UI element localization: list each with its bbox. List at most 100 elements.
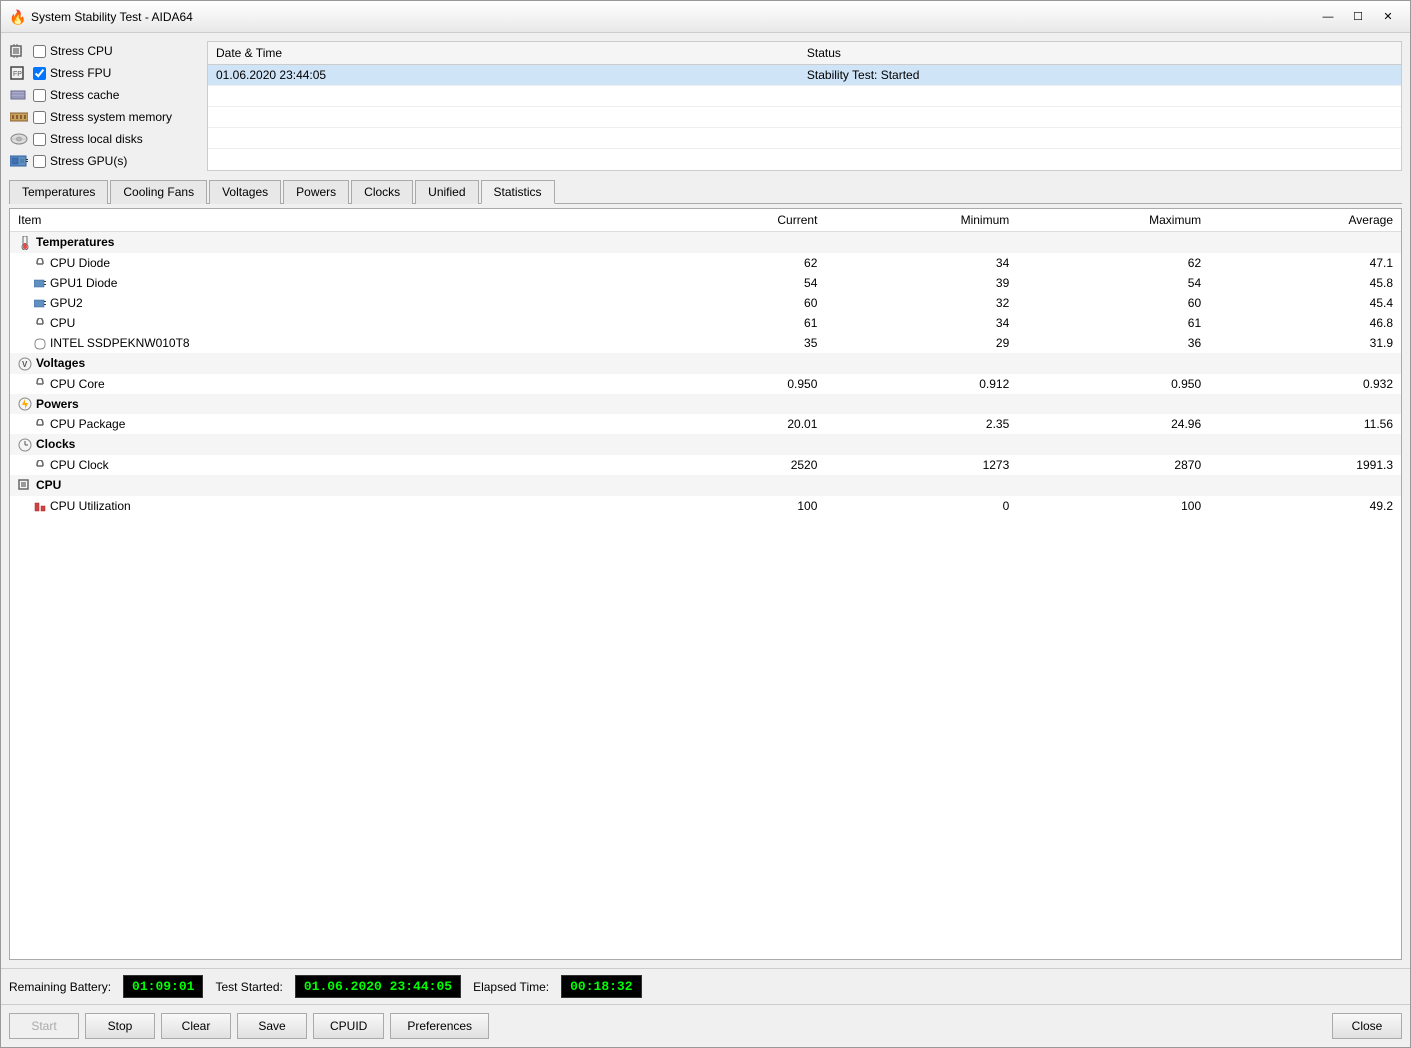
stats-maximum: 61 [1017, 313, 1209, 333]
stats-item-label: CPU Core [10, 374, 634, 394]
stats-item-label: GPU2 [10, 293, 634, 313]
stats-group-row: Powers [10, 394, 1401, 415]
app-icon: 🔥 [9, 9, 25, 25]
log-status-cell: Stability Test: Started [799, 65, 1401, 86]
header-item: Item [10, 209, 634, 232]
stats-item-label: CPU Utilization [10, 496, 634, 516]
stats-data-row: GPU260326045.4 [10, 293, 1401, 313]
start-button[interactable]: Start [9, 1013, 79, 1039]
stress-disks-item: Stress local disks [9, 129, 199, 149]
stats-maximum: 54 [1017, 273, 1209, 293]
maximize-button[interactable]: ☐ [1344, 6, 1372, 28]
stats-data-row: INTEL SSDPEKNW010T835293631.9 [10, 333, 1401, 353]
tab-cooling-fans[interactable]: Cooling Fans [110, 180, 207, 204]
stop-button[interactable]: Stop [85, 1013, 155, 1039]
stress-fpu-checkbox[interactable] [33, 67, 46, 80]
remaining-battery-label: Remaining Battery: [9, 980, 111, 994]
tab-statistics[interactable]: Statistics [481, 180, 555, 204]
clear-button[interactable]: Clear [161, 1013, 231, 1039]
stats-group-row: Clocks [10, 434, 1401, 455]
stats-average: 0.932 [1209, 374, 1401, 394]
stats-average: 46.8 [1209, 313, 1401, 333]
stress-memory-item: Stress system memory [9, 107, 199, 127]
main-content: Stress CPU FP Stress FPU [1, 33, 1410, 968]
stats-minimum: 32 [825, 293, 1017, 313]
log-datetime-header: Date & Time [208, 42, 799, 65]
stress-cpu-label: Stress CPU [50, 44, 113, 58]
stats-maximum: 100 [1017, 496, 1209, 516]
stats-current: 20.01 [634, 414, 826, 434]
group-label: CPU [10, 475, 1401, 496]
stress-fpu-label: Stress FPU [50, 66, 111, 80]
stress-gpu-item: Stress GPU(s) [9, 151, 199, 171]
stats-maximum: 36 [1017, 333, 1209, 353]
remaining-battery-value: 01:09:01 [123, 975, 203, 998]
cpuid-button[interactable]: CPUID [313, 1013, 384, 1039]
tabs-section: Temperatures Cooling Fans Voltages Power… [9, 179, 1402, 204]
stress-cpu-item: Stress CPU [9, 41, 199, 61]
minimize-button[interactable]: — [1314, 6, 1342, 28]
tabs-bar: Temperatures Cooling Fans Voltages Power… [9, 179, 1402, 204]
log-status-header: Status [799, 42, 1401, 65]
stats-current: 2520 [634, 455, 826, 475]
log-row [208, 128, 1401, 149]
log-datetime-cell [208, 86, 799, 107]
stats-maximum: 2870 [1017, 455, 1209, 475]
stats-average: 47.1 [1209, 253, 1401, 273]
stats-data-row: CPU Diode62346247.1 [10, 253, 1401, 273]
stats-item-label: GPU1 Diode [10, 273, 634, 293]
stats-header-row: Item Current Minimum Maximum Average [10, 209, 1401, 232]
window-title: System Stability Test - AIDA64 [31, 10, 1314, 24]
tab-unified[interactable]: Unified [415, 180, 478, 204]
stats-average: 49.2 [1209, 496, 1401, 516]
stats-average: 31.9 [1209, 333, 1401, 353]
group-label: Powers [10, 394, 1401, 415]
top-section: Stress CPU FP Stress FPU [9, 41, 1402, 171]
stats-average: 45.4 [1209, 293, 1401, 313]
stats-data-row: CPU61346146.8 [10, 313, 1401, 333]
stats-average: 11.56 [1209, 414, 1401, 434]
stress-gpu-label: Stress GPU(s) [50, 154, 127, 168]
stats-minimum: 34 [825, 313, 1017, 333]
stats-current: 0.950 [634, 374, 826, 394]
stats-group-row: Temperatures [10, 232, 1401, 253]
stats-maximum: 60 [1017, 293, 1209, 313]
save-button[interactable]: Save [237, 1013, 307, 1039]
tab-temperatures[interactable]: Temperatures [9, 180, 108, 204]
stats-minimum: 34 [825, 253, 1017, 273]
stats-maximum: 62 [1017, 253, 1209, 273]
stress-disks-checkbox[interactable] [33, 133, 46, 146]
main-window: 🔥 System Stability Test - AIDA64 — ☐ ✕ [0, 0, 1411, 1048]
stats-data-row: CPU Clock2520127328701991.3 [10, 455, 1401, 475]
tab-voltages[interactable]: Voltages [209, 180, 281, 204]
stress-gpu-icon [9, 153, 29, 169]
group-label: Temperatures [10, 232, 1401, 253]
stress-cpu-checkbox[interactable] [33, 45, 46, 58]
preferences-button[interactable]: Preferences [390, 1013, 489, 1039]
stress-memory-checkbox[interactable] [33, 111, 46, 124]
log-panel: Date & Time Status 01.06.2020 23:44:05 S… [207, 41, 1402, 171]
log-datetime-cell [208, 128, 799, 149]
log-datetime-cell [208, 107, 799, 128]
close-button[interactable]: Close [1332, 1013, 1402, 1039]
stats-group-row: CPU [10, 475, 1401, 496]
tab-powers[interactable]: Powers [283, 180, 349, 204]
stats-group-row: VVoltages [10, 353, 1401, 374]
stress-cache-icon [9, 87, 29, 103]
log-datetime-cell: 01.06.2020 23:44:05 [208, 65, 799, 86]
group-label: VVoltages [10, 353, 1401, 374]
stress-fpu-icon: FP [9, 65, 29, 81]
stats-data-row: CPU Utilization100010049.2 [10, 496, 1401, 516]
action-buttons-bar: Start Stop Clear Save CPUID Preferences … [1, 1004, 1410, 1047]
stress-cache-checkbox[interactable] [33, 89, 46, 102]
stress-disks-label: Stress local disks [50, 132, 143, 146]
stats-item-label: CPU [10, 313, 634, 333]
tab-clocks[interactable]: Clocks [351, 180, 413, 204]
header-maximum: Maximum [1017, 209, 1209, 232]
stress-gpu-checkbox[interactable] [33, 155, 46, 168]
close-window-button[interactable]: ✕ [1374, 6, 1402, 28]
log-row: 01.06.2020 23:44:05 Stability Test: Star… [208, 65, 1401, 86]
stats-data-row: CPU Package20.012.3524.9611.56 [10, 414, 1401, 434]
elapsed-time-value: 00:18:32 [561, 975, 641, 998]
stress-cache-label: Stress cache [50, 88, 119, 102]
